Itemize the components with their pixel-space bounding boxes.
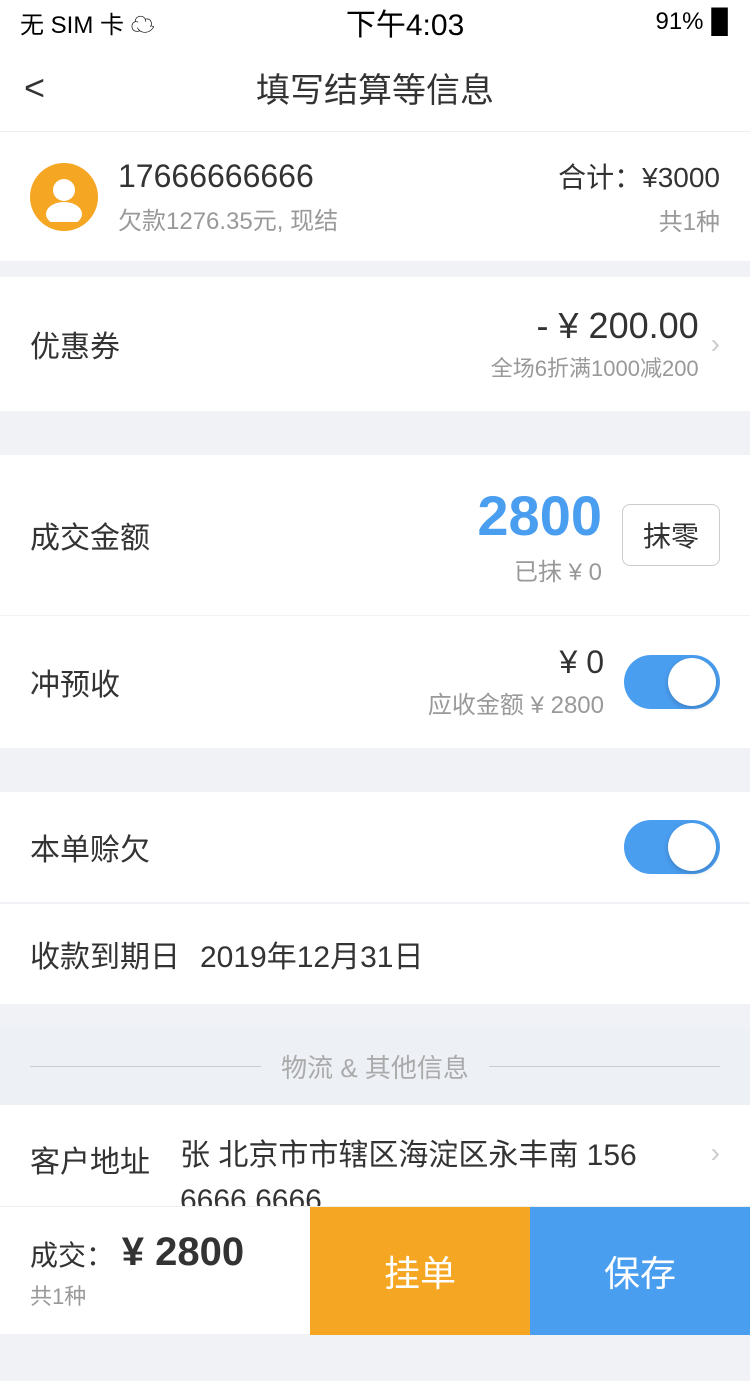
customer-left: 17666666666 欠款1276.35元, 现结 bbox=[30, 158, 338, 236]
duedate-section: 收款到期日 2019年12月31日 bbox=[0, 903, 750, 1004]
avatar bbox=[30, 163, 98, 231]
status-left: 无 SIM 卡 ☁ bbox=[20, 5, 155, 40]
prereceive-row: 冲预收 ¥ 0 应收金额 ¥ 2800 bbox=[30, 644, 720, 720]
coupon-right: - ¥ 200.00 全场6折满1000减200 › bbox=[491, 305, 720, 383]
header: < 填写结算等信息 bbox=[0, 44, 750, 132]
prereceive-right: ¥ 0 应收金额 ¥ 2800 bbox=[428, 644, 720, 720]
logistics-text: 物流 & 其他信息 bbox=[281, 1048, 469, 1085]
hold-button[interactable]: 挂单 bbox=[310, 1207, 530, 1335]
prereceive-sub: 应收金额 ¥ 2800 bbox=[428, 685, 604, 720]
prereceive-label: 冲预收 bbox=[30, 660, 120, 704]
writeoff-toggle[interactable] bbox=[624, 820, 720, 874]
back-button[interactable]: < bbox=[24, 67, 45, 109]
coupon-discount: - ¥ 200.00 bbox=[491, 305, 699, 347]
round-button[interactable]: 抹零 bbox=[622, 504, 720, 566]
gray-divider-1 bbox=[0, 435, 750, 455]
total-label: 合计：¥3000 bbox=[558, 156, 720, 196]
amount-sub: 已抹 ¥ 0 bbox=[477, 552, 602, 587]
gray-divider-2 bbox=[0, 748, 750, 768]
bottom-deal-row: 成交： ¥ 2800 bbox=[30, 1230, 280, 1275]
customer-section: 17666666666 欠款1276.35元, 现结 合计：¥3000 共1种 bbox=[0, 132, 750, 261]
bottom-deal-amount: ¥ 2800 bbox=[122, 1230, 244, 1274]
address-label: 客户地址 bbox=[30, 1137, 150, 1181]
bottom-count: 共1种 bbox=[30, 1279, 280, 1311]
customer-phone: 17666666666 bbox=[118, 158, 338, 195]
prereceive-toggle[interactable] bbox=[624, 655, 720, 709]
status-time: 下午4:03 bbox=[346, 0, 464, 44]
content: 17666666666 欠款1276.35元, 现结 合计：¥3000 共1种 … bbox=[0, 132, 750, 1381]
writeoff-section: 本单赊欠 bbox=[0, 792, 750, 902]
logistics-separator: 物流 & 其他信息 bbox=[0, 1028, 750, 1105]
amount-right: 2800 已抹 ¥ 0 抹零 bbox=[477, 483, 720, 587]
writeoff-toggle-knob bbox=[668, 823, 716, 871]
amount-value: 2800 bbox=[477, 483, 602, 548]
bottom-summary: 成交： ¥ 2800 共1种 bbox=[0, 1230, 310, 1311]
status-bar: 无 SIM 卡 ☁ 下午4:03 91% ▉ bbox=[0, 0, 750, 44]
prereceive-amount: ¥ 0 bbox=[428, 644, 604, 681]
bottom-deal-label: 成交： bbox=[30, 1240, 114, 1271]
amount-row: 成交金额 2800 已抹 ¥ 0 抹零 bbox=[30, 483, 720, 587]
duedate-row: 收款到期日 2019年12月31日 bbox=[30, 932, 720, 976]
duedate-value: 2019年12月31日 bbox=[200, 932, 423, 976]
bottom-bar: 成交： ¥ 2800 共1种 挂单 保存 bbox=[0, 1206, 750, 1334]
duedate-label: 收款到期日 bbox=[30, 932, 180, 976]
customer-info: 17666666666 欠款1276.35元, 现结 bbox=[118, 158, 338, 236]
coupon-description: 全场6折满1000减200 bbox=[491, 351, 699, 383]
toggle-knob bbox=[668, 658, 716, 706]
save-button[interactable]: 保存 bbox=[530, 1207, 750, 1335]
writeoff-label: 本单赊欠 bbox=[30, 825, 150, 869]
battery-icon: ▉ bbox=[712, 8, 730, 37]
amount-section: 成交金额 2800 已抹 ¥ 0 抹零 bbox=[0, 455, 750, 615]
page-title: 填写结算等信息 bbox=[256, 63, 494, 112]
logistics-line-right bbox=[489, 1066, 720, 1067]
address-chevron-icon: › bbox=[711, 1137, 720, 1169]
logistics-line-left bbox=[30, 1066, 261, 1067]
sim-text: 无 SIM 卡 ☁ bbox=[20, 5, 155, 40]
prereceive-section: 冲预收 ¥ 0 应收金额 ¥ 2800 bbox=[0, 616, 750, 748]
coupon-label: 优惠券 bbox=[30, 322, 120, 366]
customer-debt: 欠款1276.35元, 现结 bbox=[118, 201, 338, 236]
customer-total: 合计：¥3000 共1种 bbox=[558, 156, 720, 237]
coupon-chevron-icon: › bbox=[711, 328, 720, 360]
coupon-section[interactable]: 优惠券 - ¥ 200.00 全场6折满1000减200 › bbox=[0, 277, 750, 411]
avatar-icon bbox=[39, 172, 89, 222]
amount-label: 成交金额 bbox=[30, 513, 150, 557]
battery-text: 91% bbox=[655, 8, 703, 36]
total-count: 共1种 bbox=[558, 202, 720, 237]
status-right: 91% ▉ bbox=[655, 8, 730, 37]
